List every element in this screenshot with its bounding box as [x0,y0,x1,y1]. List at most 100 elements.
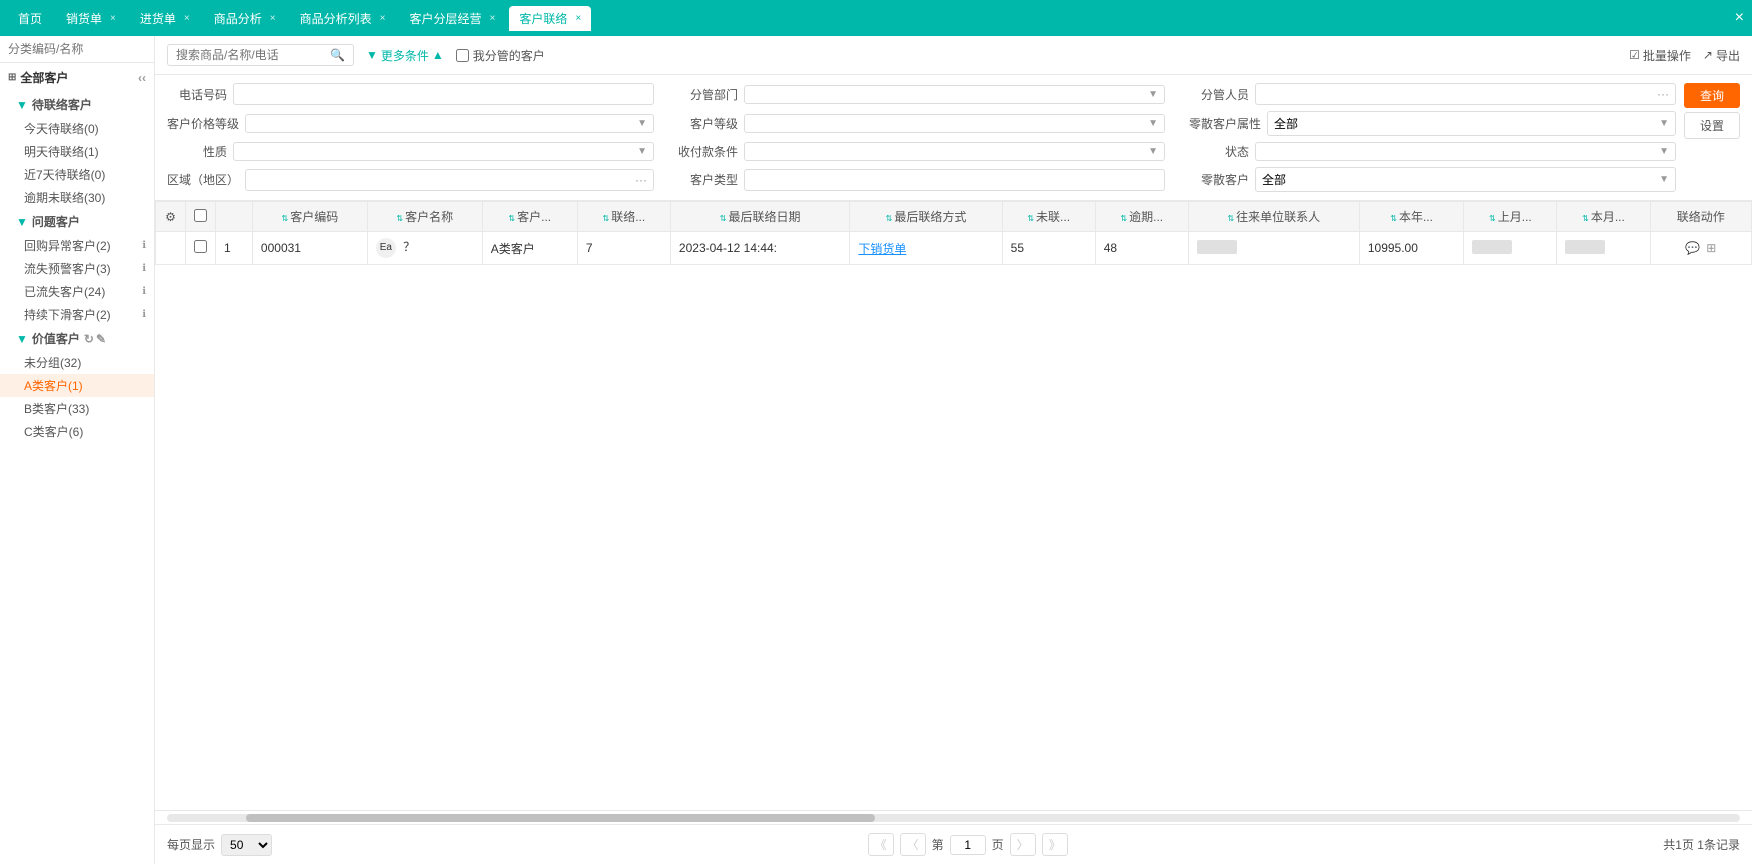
close-sales-tab[interactable]: × [110,13,116,24]
cell-grade: A类客户 [482,232,577,265]
sidebar-item-c-class[interactable]: C类客户(6) [0,420,154,443]
scroll-bar-track [167,814,1740,822]
sidebar-search-input[interactable] [8,42,155,56]
region-dots-btn[interactable]: ··· [635,173,647,187]
col-company-contacts[interactable]: ⇅往来单位联系人 [1188,202,1359,232]
nav-sales[interactable]: 销货单 × [56,6,126,31]
close-purchase-tab[interactable]: × [184,13,190,24]
next-page-btn[interactable]: 〉 [1010,833,1036,856]
nature-select[interactable]: ▼ [233,142,654,161]
col-overdue[interactable]: ⇅逾期... [1095,202,1188,232]
page-input[interactable] [950,835,986,855]
customer-level-select[interactable]: ▼ [744,114,1165,133]
content-area: 🔍 ▼ 更多条件 ▲ 我分管的客户 ☑ 批量操作 ↗ 导出 [155,36,1752,864]
arrow-problem-icon: ▼ [16,215,28,229]
sidebar-item-churn-warning[interactable]: 流失预警客户(3) ℹ [0,257,154,280]
info-icon-declining[interactable]: ℹ [142,309,146,320]
filter-action-btns: 查询 设置 [1684,83,1740,192]
col-last-month[interactable]: ⇅上月... [1464,202,1557,232]
prev-page-btn[interactable]: 〈 [900,833,926,856]
customer-type-input[interactable] [744,169,1165,191]
last-contact-type-link[interactable]: 下销货单 [858,242,906,256]
info-icon-churn-warning[interactable]: ℹ [142,263,146,274]
close-all-tabs[interactable]: × [1735,9,1744,27]
retail-attr-select[interactable]: 全部▼ [1267,111,1676,136]
pagination: 每页显示 50 100 《 〈 第 页 〉 》 共1页 1条记录 [155,824,1752,864]
sidebar-item-b-class[interactable]: B类客户(33) [0,397,154,420]
sidebar-item-churned[interactable]: 已流失客户(24) ℹ [0,280,154,303]
select-all-checkbox[interactable] [194,209,207,222]
section-problem-customers[interactable]: ▼ 问题客户 [0,209,154,234]
info-icon-churned[interactable]: ℹ [142,286,146,297]
sidebar-item-today[interactable]: 今天待联络(0) [0,117,154,140]
info-icon-repurchase[interactable]: ℹ [142,240,146,251]
sidebar-item-7days[interactable]: 近7天待联络(0) [0,163,154,186]
col-this-month[interactable]: ⇅本月... [1557,202,1650,232]
close-product-list-tab[interactable]: × [380,13,386,24]
col-contacts[interactable]: ⇅联络... [577,202,670,232]
nav-product-analysis-list[interactable]: 商品分析列表 × [290,6,396,31]
page-size-select[interactable]: 50 100 [221,834,272,856]
batch-op-btn[interactable]: ☑ 批量操作 [1629,47,1691,64]
nav-home[interactable]: 首页 [8,6,52,31]
search-input[interactable] [176,48,326,62]
sidebar-item-ungrouped[interactable]: 未分组(32) [0,351,154,374]
manager-input[interactable] [1262,87,1657,101]
sidebar-item-repurchase-anomaly[interactable]: 回购异常客户(2) ℹ [0,234,154,257]
filter-more-btn[interactable]: ▼ 更多条件 ▲ [366,47,444,64]
phone-label: 电话号码 [167,86,227,103]
col-not-contacted[interactable]: ⇅未联... [1002,202,1095,232]
last-page-btn[interactable]: 》 [1042,833,1068,856]
all-customers-header[interactable]: ⊞ 全部客户 ‹‹ [0,63,154,92]
price-level-select[interactable]: ▼ [245,114,654,133]
phone-input[interactable] [233,83,654,105]
col-gear[interactable]: ⚙ [156,202,186,232]
arrow-value-icon: ▼ [16,332,28,346]
col-last-type[interactable]: ⇅最后联络方式 [850,202,1002,232]
section-pending-contact[interactable]: ▼ 待联络客户 [0,92,154,117]
col-name[interactable]: ⇅客户名称 [367,202,482,232]
dept-select[interactable]: ▼ [744,85,1165,104]
edit-value-icon[interactable]: ✎ [96,332,106,346]
sidebar-item-tomorrow[interactable]: 明天待联络(1) [0,140,154,163]
row-checkbox[interactable] [194,240,207,253]
search-icon[interactable]: 🔍 [330,48,345,62]
export-btn[interactable]: ↗ 导出 [1703,47,1740,64]
close-product-analysis-tab[interactable]: × [270,13,276,24]
page-nav: 《 〈 第 页 〉 》 [868,833,1068,856]
sidebar-item-a-class[interactable]: A类客户(1) [0,374,154,397]
collapse-sidebar-icon[interactable]: ‹‹ [138,71,146,85]
manager-dots-btn[interactable]: ··· [1657,87,1669,101]
my-customers-checkbox[interactable]: 我分管的客户 [456,47,545,64]
nav-product-analysis[interactable]: 商品分析 × [204,6,286,31]
filter-field-dept: 分管部门 ▼ [678,85,1165,104]
col-code[interactable]: ⇅客户编码 [252,202,367,232]
status-select[interactable]: ▼ [1255,142,1676,161]
close-customer-contact-tab[interactable]: × [575,13,581,24]
setting-button[interactable]: 设置 [1684,112,1740,139]
col-last-date[interactable]: ⇅最后联络日期 [670,202,849,232]
retail-customer-select[interactable]: 全部▼ [1255,167,1676,192]
refresh-value-icon[interactable]: ↻ [84,332,94,346]
horizontal-scrollbar[interactable] [155,810,1752,824]
right-actions: ☑ 批量操作 ↗ 导出 [1629,47,1740,64]
price-level-label: 客户价格等级 [167,115,239,132]
nature-label: 性质 [167,143,227,160]
sidebar-item-declining[interactable]: 持续下滑客户(2) ℹ [0,303,154,326]
my-customers-check[interactable] [456,49,469,62]
col-grade[interactable]: ⇅客户... [482,202,577,232]
nav-customer-contact[interactable]: 客户联络 × [509,6,591,31]
qr-icon[interactable]: ⊞ [1706,241,1716,255]
sidebar-item-overdue[interactable]: 逾期未联络(30) [0,186,154,209]
close-customer-tier-tab[interactable]: × [489,13,495,24]
scroll-thumb[interactable] [246,814,875,822]
first-page-btn[interactable]: 《 [868,833,894,856]
nav-purchase[interactable]: 进货单 × [130,6,200,31]
region-input[interactable] [252,173,635,187]
payment-select[interactable]: ▼ [744,142,1165,161]
col-this-year[interactable]: ⇅本年... [1359,202,1464,232]
section-value-customers[interactable]: ▼ 价值客户 ↻ ✎ [0,326,154,351]
query-button[interactable]: 查询 [1684,83,1740,108]
nav-customer-tier[interactable]: 客户分层经营 × [399,6,505,31]
chat-icon[interactable]: 💬 [1685,241,1700,255]
